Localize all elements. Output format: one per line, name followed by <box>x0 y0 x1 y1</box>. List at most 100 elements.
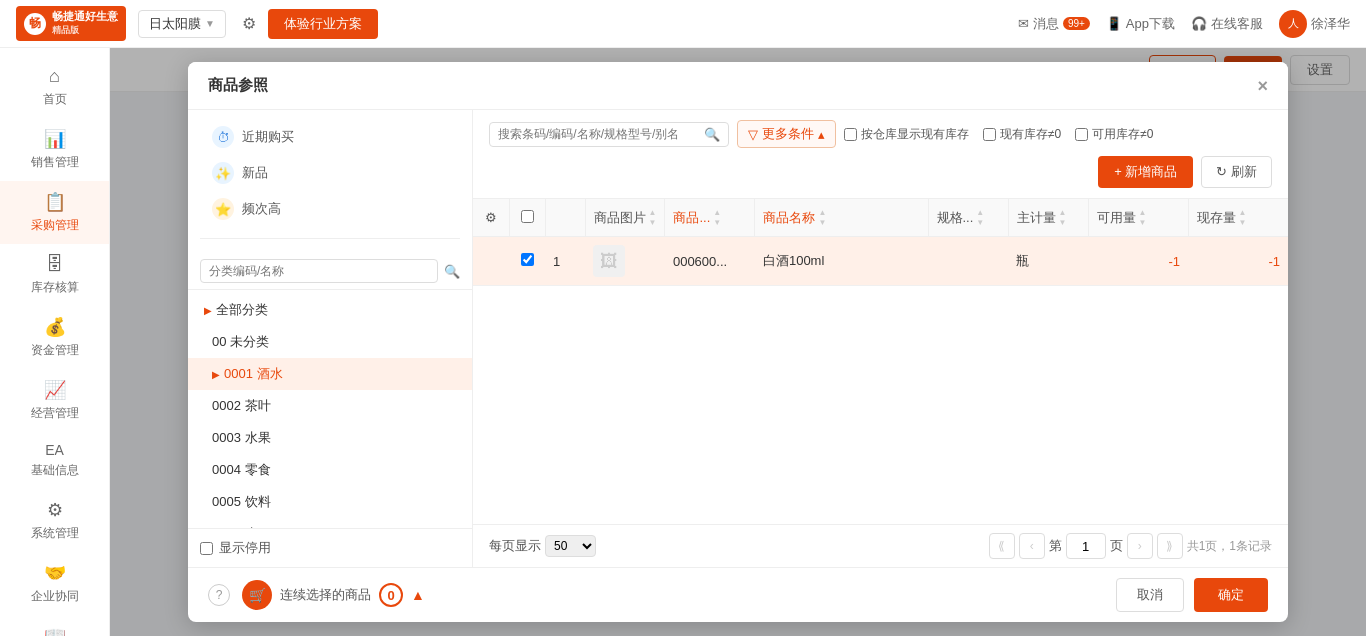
user-nav-item[interactable]: 人 徐泽华 <box>1279 10 1350 38</box>
user-name: 徐泽华 <box>1311 15 1350 33</box>
sidebar-item-system[interactable]: ⚙ 系统管理 <box>0 489 109 552</box>
messages-nav-item[interactable]: ✉ 消息 99+ <box>1018 15 1090 33</box>
checkbox-warehouse[interactable] <box>844 128 857 141</box>
sidebar-item-finance[interactable]: 💰 资金管理 <box>0 306 109 369</box>
online-service-nav-item[interactable]: 🎧 在线客服 <box>1191 15 1263 33</box>
checkbox-avail-nonzero-label[interactable]: 可用库存≠0 <box>1075 126 1153 143</box>
new-icon: ✨ <box>212 162 234 184</box>
footer-cart: 🛒 连续选择的商品 0 ▲ <box>242 580 425 610</box>
checkbox-avail-nonzero[interactable] <box>1075 128 1088 141</box>
cat-label-0002: 0002 茶叶 <box>212 397 271 415</box>
modal-left-panel: ⏱ 近期购买 ✨ 新品 ⭐ 频次高 <box>188 110 473 567</box>
freq-label: 频次高 <box>242 200 281 218</box>
logo-text: 畅捷通好生意 <box>52 10 118 23</box>
add-product-btn[interactable]: + 新增商品 <box>1098 156 1193 188</box>
modal-left-footer: 显示停用 <box>188 528 472 567</box>
cat-item-0004[interactable]: 0004 零食 <box>188 454 472 486</box>
table-row[interactable]: 1 🖼 000600... 白酒100ml <box>473 237 1288 286</box>
th-stock-label: 现存量 <box>1197 209 1236 227</box>
sidebar-item-purchase[interactable]: 📋 采购管理 <box>0 181 109 244</box>
th-avail-label: 可用量 <box>1097 209 1136 227</box>
cat-item-all[interactable]: ▶ 全部分类 <box>188 294 472 326</box>
sales-icon: 📊 <box>44 128 66 150</box>
modal-toolbar: 🔍 ▽ 更多条件 ▴ 按仓库显示现有库存 <box>473 110 1288 199</box>
checkbox-stock-nonzero[interactable] <box>983 128 996 141</box>
store-selector[interactable]: 日太阳膜 ▼ <box>138 10 226 38</box>
prev-page-btn[interactable]: ‹ <box>1019 533 1045 559</box>
show-disabled-label[interactable]: 显示停用 <box>219 539 271 557</box>
show-disabled-checkbox[interactable] <box>200 542 213 555</box>
search-icon[interactable]: 🔍 <box>704 127 720 142</box>
modal-close-btn[interactable]: × <box>1257 77 1268 95</box>
freq-icon: ⭐ <box>212 198 234 220</box>
checkbox-stock-nonzero-label[interactable]: 现有库存≠0 <box>983 126 1061 143</box>
sidebar-item-inventory[interactable]: 🗄 库存核算 <box>0 244 109 306</box>
checkbox-warehouse-label[interactable]: 按仓库显示现有库存 <box>844 126 969 143</box>
last-page-btn[interactable]: ⟫ <box>1157 533 1183 559</box>
cart-icon[interactable]: 🛒 <box>242 580 272 610</box>
app-download-label: App下载 <box>1126 15 1175 33</box>
quick-link-freq[interactable]: ⭐ 频次高 <box>200 192 460 226</box>
messages-badge: 99+ <box>1063 17 1090 30</box>
th-unit: 主计量 ▲▼ <box>1008 199 1088 237</box>
th-check <box>509 199 545 237</box>
img-placeholder: 🖼 <box>600 251 618 272</box>
cat-item-0002[interactable]: 0002 茶叶 <box>188 390 472 422</box>
sidebar-label-biz: 经营管理 <box>31 405 79 422</box>
product-search-input[interactable] <box>498 127 698 141</box>
page-number-input[interactable] <box>1066 533 1106 559</box>
first-page-btn[interactable]: ⟪ <box>989 533 1015 559</box>
sidebar-item-home[interactable]: ⌂ 首页 <box>0 56 109 118</box>
per-page-dropdown[interactable]: 50 100 200 <box>545 535 596 557</box>
exp-btn[interactable]: 体验行业方案 <box>268 9 378 39</box>
category-search-icon[interactable]: 🔍 <box>444 264 460 279</box>
base-icon: EA <box>45 442 64 458</box>
sidebar-item-sales[interactable]: 📊 销售管理 <box>0 118 109 181</box>
per-page-label: 每页显示 <box>489 537 541 555</box>
per-page-select: 每页显示 50 100 200 <box>489 535 596 557</box>
help-icon[interactable]: ? <box>208 584 230 606</box>
row-checkbox[interactable] <box>521 253 534 266</box>
th-settings[interactable]: ⚙ <box>473 199 509 237</box>
select-all-checkbox[interactable] <box>521 210 534 223</box>
cat-item-0005[interactable]: 0005 饮料 <box>188 486 472 518</box>
refresh-btn[interactable]: ↻ 刷新 <box>1201 156 1272 188</box>
next-page-btn[interactable]: › <box>1127 533 1153 559</box>
arrow-icon: ▶ <box>204 305 212 316</box>
more-filter-btn[interactable]: ▽ 更多条件 ▴ <box>737 120 836 148</box>
avatar: 人 <box>1279 10 1307 38</box>
confirm-btn[interactable]: 确定 <box>1194 578 1268 612</box>
sidebar-label-collab: 企业协同 <box>31 588 79 605</box>
phone-icon: 📱 <box>1106 16 1122 31</box>
category-search-input[interactable] <box>200 259 438 283</box>
cat-label-all: 全部分类 <box>216 301 268 319</box>
cat-item-0003[interactable]: 0003 水果 <box>188 422 472 454</box>
category-list: ▶ 全部分类 00 未分类 ▶ 0001 酒水 0002 茶 <box>188 290 472 528</box>
td-unit: 瓶 <box>1008 237 1088 286</box>
main-area: ↻ 刷新 查询 设置 商品参照 × <box>110 48 1366 636</box>
cat-label-0005: 0005 饮料 <box>212 493 271 511</box>
cancel-btn[interactable]: 取消 <box>1116 578 1184 612</box>
td-name: 白酒100ml <box>755 237 928 286</box>
quick-link-recent[interactable]: ⏱ 近期购买 <box>200 120 460 154</box>
filter-up-icon: ▴ <box>818 127 825 142</box>
gear-icon[interactable]: ⚙ <box>242 14 256 33</box>
th-name: 商品名称 ▲▼ <box>755 199 928 237</box>
quick-link-new[interactable]: ✨ 新品 <box>200 156 460 190</box>
sidebar-item-guide[interactable]: 📖 新手引导 <box>0 615 109 636</box>
checkbox-stock-nonzero-text: 现有库存≠0 <box>1000 126 1061 143</box>
cat-item-00[interactable]: 00 未分类 <box>188 326 472 358</box>
sort-arrows-spec: ▲▼ <box>976 208 984 227</box>
cat-item-0008[interactable]: 0008 水 <box>188 518 472 528</box>
th-name-label: 商品名称 <box>763 209 815 227</box>
app-download-nav-item[interactable]: 📱 App下载 <box>1106 15 1175 33</box>
cat-item-0001[interactable]: ▶ 0001 酒水 <box>188 358 472 390</box>
td-avail: -1 <box>1088 237 1188 286</box>
cart-label: 连续选择的商品 <box>280 586 371 604</box>
active-arrow-icon: ▶ <box>212 369 220 380</box>
sidebar-item-base[interactable]: EA 基础信息 <box>0 432 109 489</box>
cart-collapse-icon[interactable]: ▲ <box>411 587 425 603</box>
sidebar-item-collab[interactable]: 🤝 企业协同 <box>0 552 109 615</box>
sidebar-item-biz[interactable]: 📈 经营管理 <box>0 369 109 432</box>
cat-label-00: 00 未分类 <box>212 333 269 351</box>
